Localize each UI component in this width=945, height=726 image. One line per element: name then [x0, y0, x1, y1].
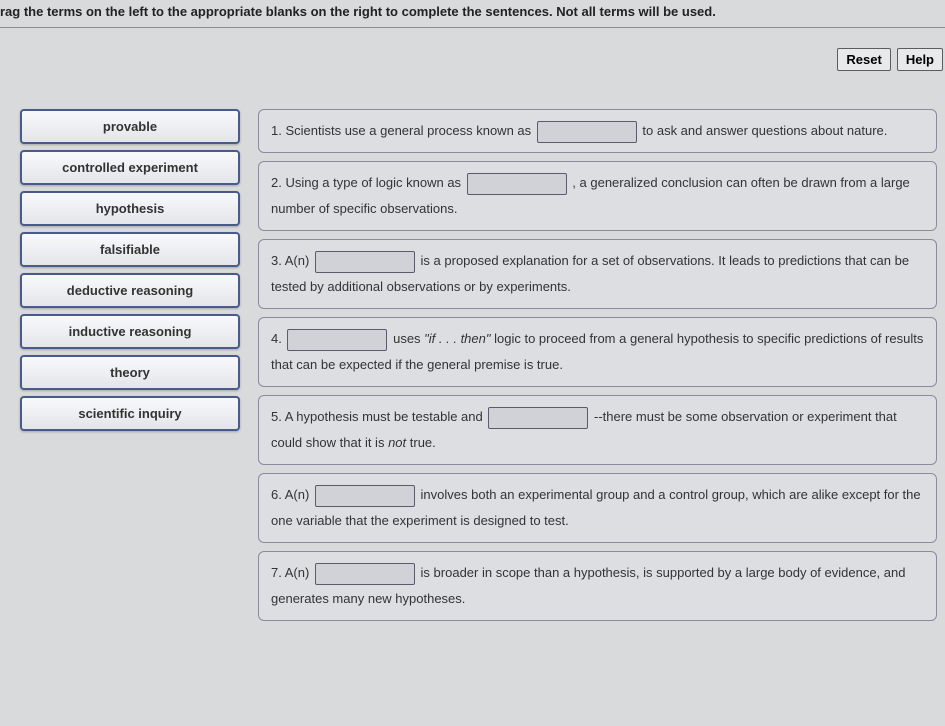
term-hypothesis[interactable]: hypothesis [20, 191, 240, 226]
blank-4[interactable] [287, 329, 387, 351]
help-button[interactable]: Help [897, 48, 943, 71]
blank-1[interactable] [537, 121, 637, 143]
term-inductive-reasoning[interactable]: inductive reasoning [20, 314, 240, 349]
sentence-5-text-a: 5. A hypothesis must be testable and [271, 409, 486, 424]
sentence-5-text-b-post: true. [406, 435, 436, 450]
terms-column: provable controlled experiment hypothesi… [20, 109, 240, 621]
sentence-2: 2. Using a type of logic known as , a ge… [258, 161, 937, 231]
sentence-1: 1. Scientists use a general process know… [258, 109, 937, 153]
term-controlled-experiment[interactable]: controlled experiment [20, 150, 240, 185]
blank-3[interactable] [315, 251, 415, 273]
sentence-5: 5. A hypothesis must be testable and --t… [258, 395, 937, 465]
blank-5[interactable] [488, 407, 588, 429]
sentence-3: 3. A(n) is a proposed explanation for a … [258, 239, 937, 309]
blank-6[interactable] [315, 485, 415, 507]
sentence-4-italic: "if . . . then" [424, 331, 490, 346]
reset-button[interactable]: Reset [837, 48, 890, 71]
content-area: provable controlled experiment hypothesi… [0, 79, 945, 621]
term-theory[interactable]: theory [20, 355, 240, 390]
blank-7[interactable] [315, 563, 415, 585]
sentence-4: 4. uses "if . . . then" logic to proceed… [258, 317, 937, 387]
sentence-6-text-a: 6. A(n) [271, 487, 313, 502]
sentences-column: 1. Scientists use a general process know… [258, 109, 937, 621]
sentence-7-text-a: 7. A(n) [271, 565, 313, 580]
sentence-2-text-a: 2. Using a type of logic known as [271, 175, 465, 190]
sentence-4-text-b-pre: uses [393, 331, 424, 346]
sentence-3-text-a: 3. A(n) [271, 253, 313, 268]
sentence-1-text-a: 1. Scientists use a general process know… [271, 123, 535, 138]
term-deductive-reasoning[interactable]: deductive reasoning [20, 273, 240, 308]
blank-2[interactable] [467, 173, 567, 195]
instructions-text: rag the terms on the left to the appropr… [0, 0, 945, 28]
term-provable[interactable]: provable [20, 109, 240, 144]
toolbar: Reset Help [0, 28, 945, 79]
sentence-6: 6. A(n) involves both an experimental gr… [258, 473, 937, 543]
term-falsifiable[interactable]: falsifiable [20, 232, 240, 267]
term-scientific-inquiry[interactable]: scientific inquiry [20, 396, 240, 431]
sentence-1-text-b: to ask and answer questions about nature… [642, 123, 887, 138]
sentence-4-text-a: 4. [271, 331, 285, 346]
sentence-7: 7. A(n) is broader in scope than a hypot… [258, 551, 937, 621]
sentence-5-italic: not [388, 435, 406, 450]
